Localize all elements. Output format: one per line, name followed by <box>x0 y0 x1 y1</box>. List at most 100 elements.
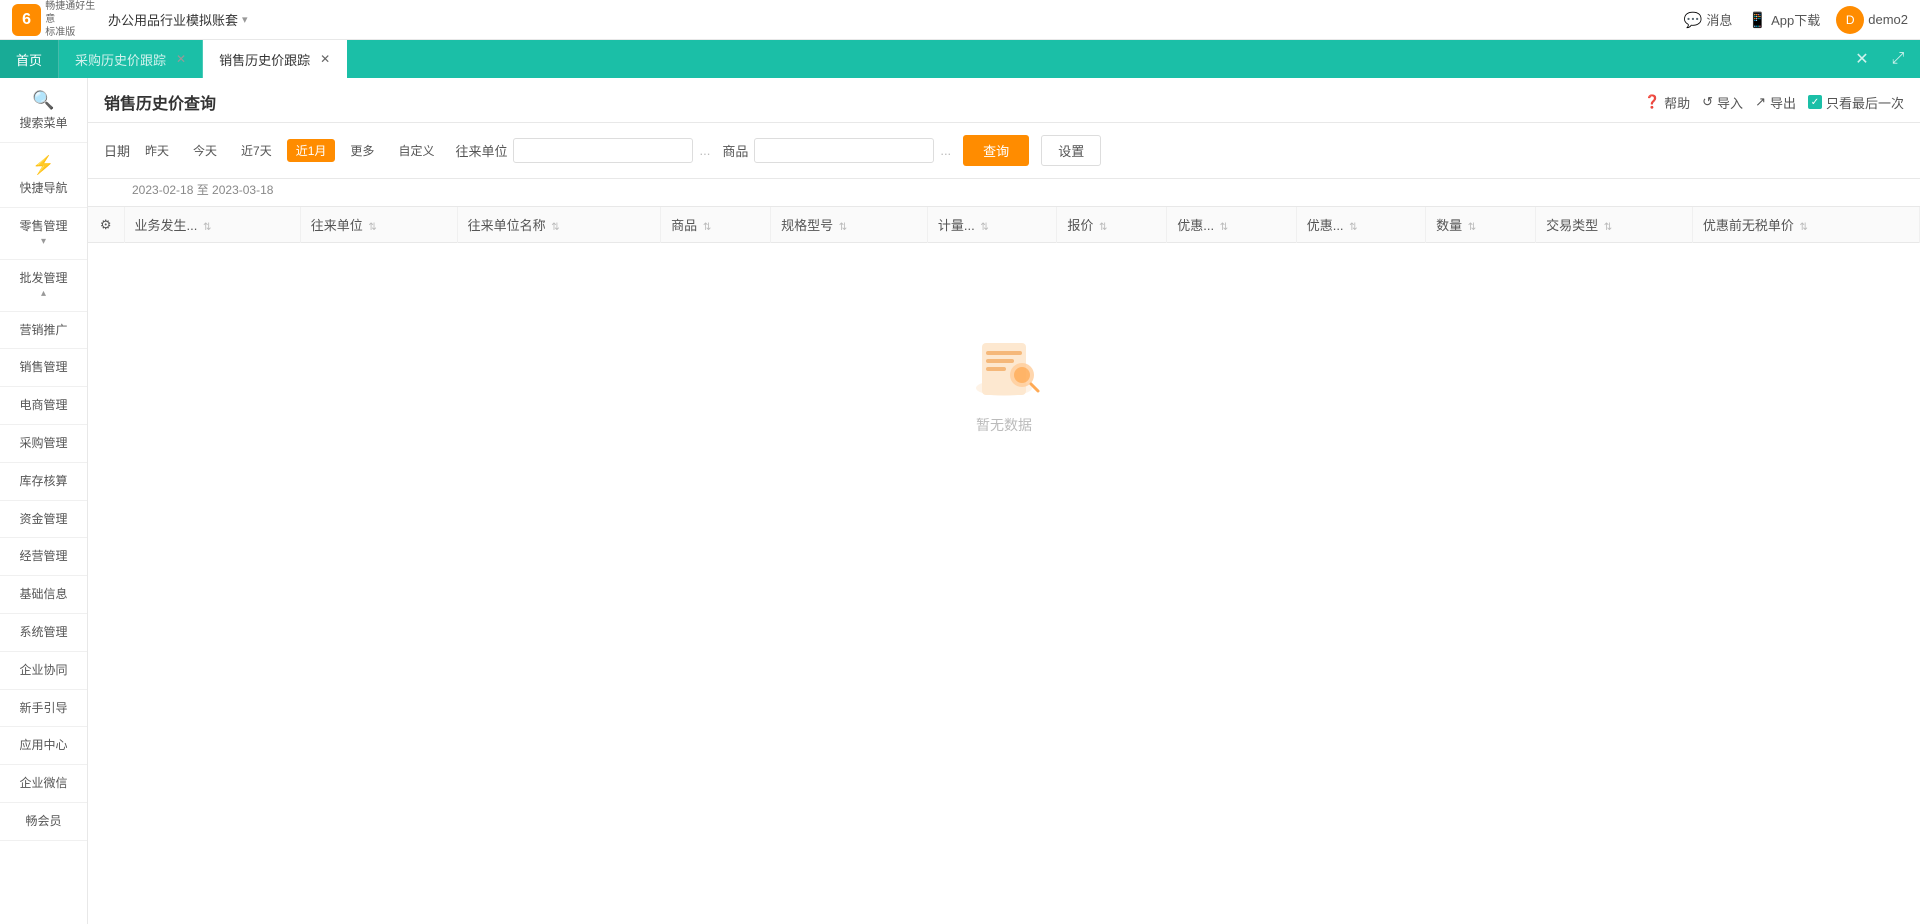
sidebar-item-retail[interactable]: 零售管理 ▾ <box>0 208 87 260</box>
close-sales-tab-icon[interactable]: ✕ <box>320 52 330 66</box>
import-icon: ↺ <box>1702 94 1713 110</box>
only-latest-checkbox[interactable]: ✓ 只看最后一次 <box>1808 93 1904 112</box>
avatar: D <box>1836 6 1864 34</box>
date-last7-btn[interactable]: 近7天 <box>232 139 281 162</box>
col-quantity[interactable]: 数量 ⇅ <box>1426 207 1536 243</box>
download-icon: 📱 <box>1748 11 1767 29</box>
date-yesterday-btn[interactable]: 昨天 <box>136 139 178 162</box>
sidebar-item-search[interactable]: 🔍 搜索菜单 <box>0 78 87 143</box>
date-1month-btn[interactable]: 近1月 <box>287 139 336 162</box>
app-download-button[interactable]: 📱 App下载 <box>1748 10 1820 29</box>
product-input[interactable] <box>754 138 934 163</box>
close-all-tabs-button[interactable]: ✕ <box>1848 45 1876 73</box>
retail-expand-icon: ▾ <box>41 235 46 249</box>
col-business-date[interactable]: 业务发生... ⇅ <box>124 207 300 243</box>
page-title: 销售历史价查询 <box>104 90 216 114</box>
checkbox-checked-icon: ✓ <box>1808 95 1822 109</box>
sort-business-date-icon: ⇅ <box>203 222 211 233</box>
query-button[interactable]: 查询 <box>963 135 1029 166</box>
page-actions: ❓ 帮助 ↺ 导入 ↗ 导出 ✓ 只看最后一次 <box>1644 93 1904 112</box>
sidebar-item-basics[interactable]: 基础信息 <box>0 576 87 614</box>
close-purchase-tab-icon[interactable]: ✕ <box>176 52 186 66</box>
sort-product-icon: ⇅ <box>703 222 711 233</box>
partner-dots[interactable]: ... <box>699 143 710 158</box>
sidebar-item-finance[interactable]: 资金管理 <box>0 501 87 539</box>
top-header: 6 畅捷通好生意 标准版 办公用品行业模拟账套 ▾ 💬 消息 📱 App下载 D… <box>0 0 1920 40</box>
import-button[interactable]: ↺ 导入 <box>1702 93 1743 112</box>
workspace-selector[interactable]: 办公用品行业模拟账套 ▾ <box>108 10 248 29</box>
sidebar: 🔍 搜索菜单 ⚡ 快捷导航 零售管理 ▾ 批发管理 ▴ 营销推广 销售管理 电商… <box>0 78 88 924</box>
help-button[interactable]: ❓ 帮助 <box>1644 93 1690 112</box>
col-spec[interactable]: 规格型号 ⇅ <box>771 207 928 243</box>
main-layout: 🔍 搜索菜单 ⚡ 快捷导航 零售管理 ▾ 批发管理 ▴ 营销推广 销售管理 电商… <box>0 78 1920 924</box>
logo-icon: 6 <box>12 4 41 36</box>
col-settings[interactable]: ⚙ <box>88 207 124 243</box>
workspace-dropdown-icon: ▾ <box>242 13 248 26</box>
date-custom-btn[interactable]: 自定义 <box>389 139 443 162</box>
empty-state: 暂无数据 <box>88 243 1920 515</box>
col-discount2[interactable]: 优惠... ⇅ <box>1296 207 1425 243</box>
col-price[interactable]: 报价 ⇅ <box>1057 207 1167 243</box>
sort-tax-free-icon: ⇅ <box>1800 222 1808 233</box>
sort-spec-icon: ⇅ <box>839 222 847 233</box>
tab-sales-history[interactable]: 销售历史价跟踪 ✕ <box>203 40 347 78</box>
sidebar-item-wholesale[interactable]: 批发管理 ▴ <box>0 260 87 312</box>
sort-discount1-icon: ⇅ <box>1220 222 1228 233</box>
wholesale-expand-icon: ▴ <box>41 287 46 301</box>
date-today-btn[interactable]: 今天 <box>184 139 226 162</box>
empty-icon <box>964 323 1044 403</box>
user-menu[interactable]: D demo2 <box>1836 6 1908 34</box>
sort-discount2-icon: ⇅ <box>1349 222 1357 233</box>
logo-area: 6 畅捷通好生意 标准版 <box>12 0 100 39</box>
date-filter-group: 日期 昨天 今天 近7天 近1月 更多 自定义 <box>104 139 443 162</box>
tab-bar: 首页 采购历史价跟踪 ✕ 销售历史价跟踪 ✕ ✕ ⤢ <box>0 40 1920 78</box>
sidebar-item-inventory[interactable]: 库存核算 <box>0 463 87 501</box>
sidebar-item-system[interactable]: 系统管理 <box>0 614 87 652</box>
tab-purchase-history[interactable]: 采购历史价跟踪 ✕ <box>59 40 203 78</box>
date-more-btn[interactable]: 更多 <box>341 139 383 162</box>
message-icon: 💬 <box>1684 11 1703 29</box>
sidebar-item-marketing[interactable]: 营销推广 <box>0 312 87 350</box>
col-trade-type[interactable]: 交易类型 ⇅ <box>1536 207 1693 243</box>
date-filter-label: 日期 <box>104 141 130 160</box>
sidebar-item-member[interactable]: 畅会员 <box>0 803 87 841</box>
col-discount1[interactable]: 优惠... ⇅ <box>1167 207 1296 243</box>
sort-quantity-icon: ⇅ <box>1468 222 1476 233</box>
sidebar-item-wechat[interactable]: 企业微信 <box>0 765 87 803</box>
help-icon: ❓ <box>1644 94 1660 110</box>
data-table: ⚙ 业务发生... ⇅ 往来单位 ⇅ 往来单位名称 ⇅ <box>88 207 1920 243</box>
sidebar-item-operations[interactable]: 经营管理 <box>0 538 87 576</box>
date-range-text: 2023-02-18 至 2023-03-18 <box>132 183 273 197</box>
col-unit[interactable]: 计量... ⇅ <box>927 207 1056 243</box>
maximize-button[interactable]: ⤢ <box>1884 45 1912 73</box>
col-partner-code[interactable]: 往来单位 ⇅ <box>300 207 457 243</box>
sort-price-icon: ⇅ <box>1099 222 1107 233</box>
col-product[interactable]: 商品 ⇅ <box>661 207 771 243</box>
date-range-row: 2023-02-18 至 2023-03-18 <box>88 179 1920 207</box>
sidebar-item-sales[interactable]: 销售管理 <box>0 349 87 387</box>
header-right: 💬 消息 📱 App下载 D demo2 <box>1684 6 1908 34</box>
search-icon: 🔍 <box>32 88 54 113</box>
sort-partner-name-icon: ⇅ <box>551 222 559 233</box>
page-container: 销售历史价查询 ❓ 帮助 ↺ 导入 ↗ 导出 ✓ <box>88 78 1920 924</box>
product-dots[interactable]: ... <box>940 143 951 158</box>
empty-text: 暂无数据 <box>976 415 1032 435</box>
table-header-row: ⚙ 业务发生... ⇅ 往来单位 ⇅ 往来单位名称 ⇅ <box>88 207 1920 243</box>
sidebar-item-newbie[interactable]: 新手引导 <box>0 690 87 728</box>
table-container: ⚙ 业务发生... ⇅ 往来单位 ⇅ 往来单位名称 ⇅ <box>88 207 1920 924</box>
sidebar-item-enterprise[interactable]: 企业协同 <box>0 652 87 690</box>
filter-bar: 日期 昨天 今天 近7天 近1月 更多 自定义 往来单位 ... 商品 ... <box>88 123 1920 179</box>
col-partner-name[interactable]: 往来单位名称 ⇅ <box>457 207 661 243</box>
settings-button[interactable]: 设置 <box>1041 135 1101 166</box>
product-filter-label: 商品 <box>722 141 748 160</box>
sidebar-item-ecommerce[interactable]: 电商管理 <box>0 387 87 425</box>
message-button[interactable]: 💬 消息 <box>1684 10 1733 29</box>
col-tax-free-price[interactable]: 优惠前无税单价 ⇅ <box>1692 207 1919 243</box>
sidebar-item-app-center[interactable]: 应用中心 <box>0 727 87 765</box>
partner-input[interactable] <box>513 138 693 163</box>
partner-filter-label: 往来单位 <box>455 141 507 160</box>
sidebar-item-shortcut[interactable]: ⚡ 快捷导航 <box>0 143 87 208</box>
sidebar-item-purchase[interactable]: 采购管理 <box>0 425 87 463</box>
export-button[interactable]: ↗ 导出 <box>1755 93 1796 112</box>
tab-home[interactable]: 首页 <box>0 40 59 78</box>
